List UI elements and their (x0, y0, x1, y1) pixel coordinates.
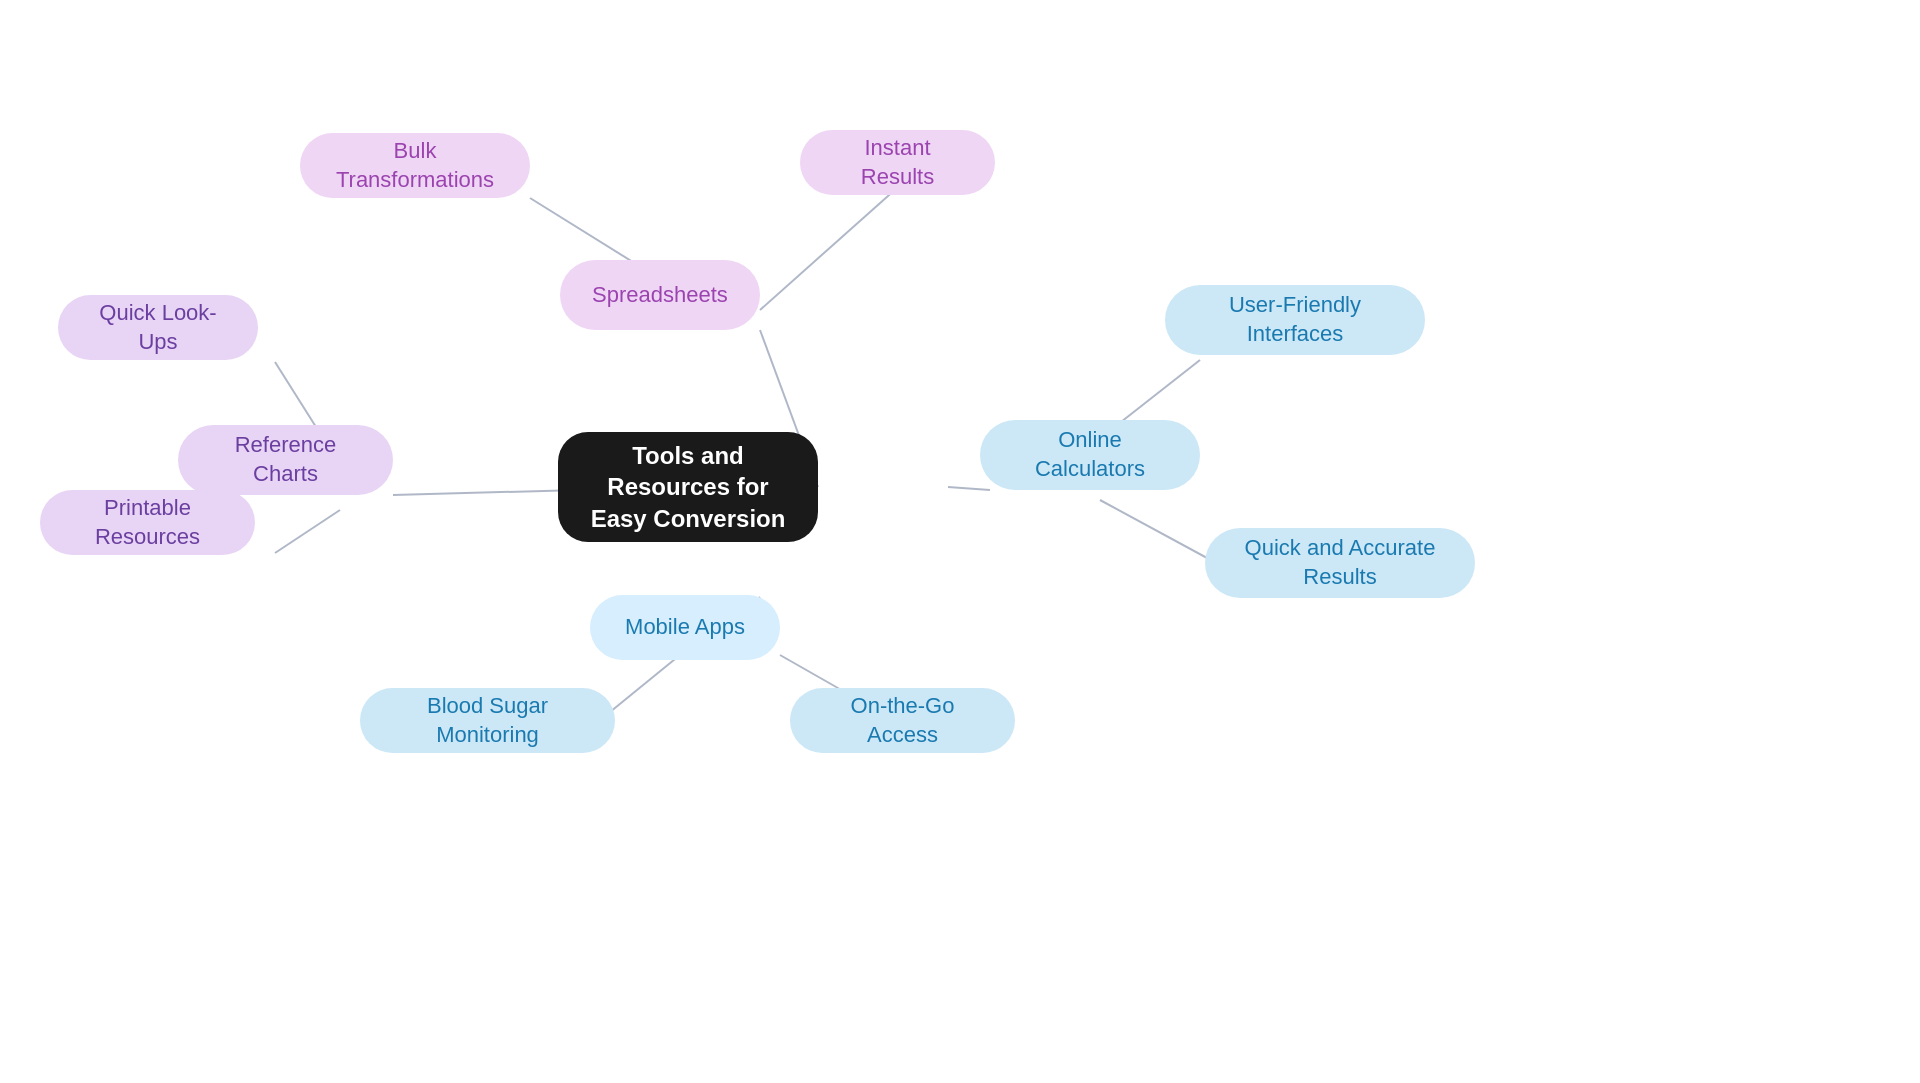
quick-accurate-results-node: Quick and Accurate Results (1205, 528, 1475, 598)
svg-line-2 (760, 188, 897, 310)
reference-charts-node: Reference Charts (178, 425, 393, 495)
svg-line-5 (275, 510, 340, 553)
spreadsheets-node: Spreadsheets (560, 260, 760, 330)
svg-line-10 (610, 655, 680, 712)
svg-line-8 (1100, 500, 1220, 565)
on-the-go-access-node: On-the-Go Access (790, 688, 1015, 753)
online-calculators-node: Online Calculators (980, 420, 1200, 490)
instant-results-node: Instant Results (800, 130, 995, 195)
bulk-transformations-node: Bulk Transformations (300, 133, 530, 198)
printable-resources-node: Printable Resources (40, 490, 255, 555)
quick-lookups-node: Quick Look-Ups (58, 295, 258, 360)
user-friendly-interfaces-node: User-Friendly Interfaces (1165, 285, 1425, 355)
svg-line-6 (948, 487, 990, 490)
mobile-apps-node: Mobile Apps (590, 595, 780, 660)
center-node: Tools and Resources for Easy Conversion (558, 432, 818, 542)
blood-sugar-monitoring-node: Blood Sugar Monitoring (360, 688, 615, 753)
